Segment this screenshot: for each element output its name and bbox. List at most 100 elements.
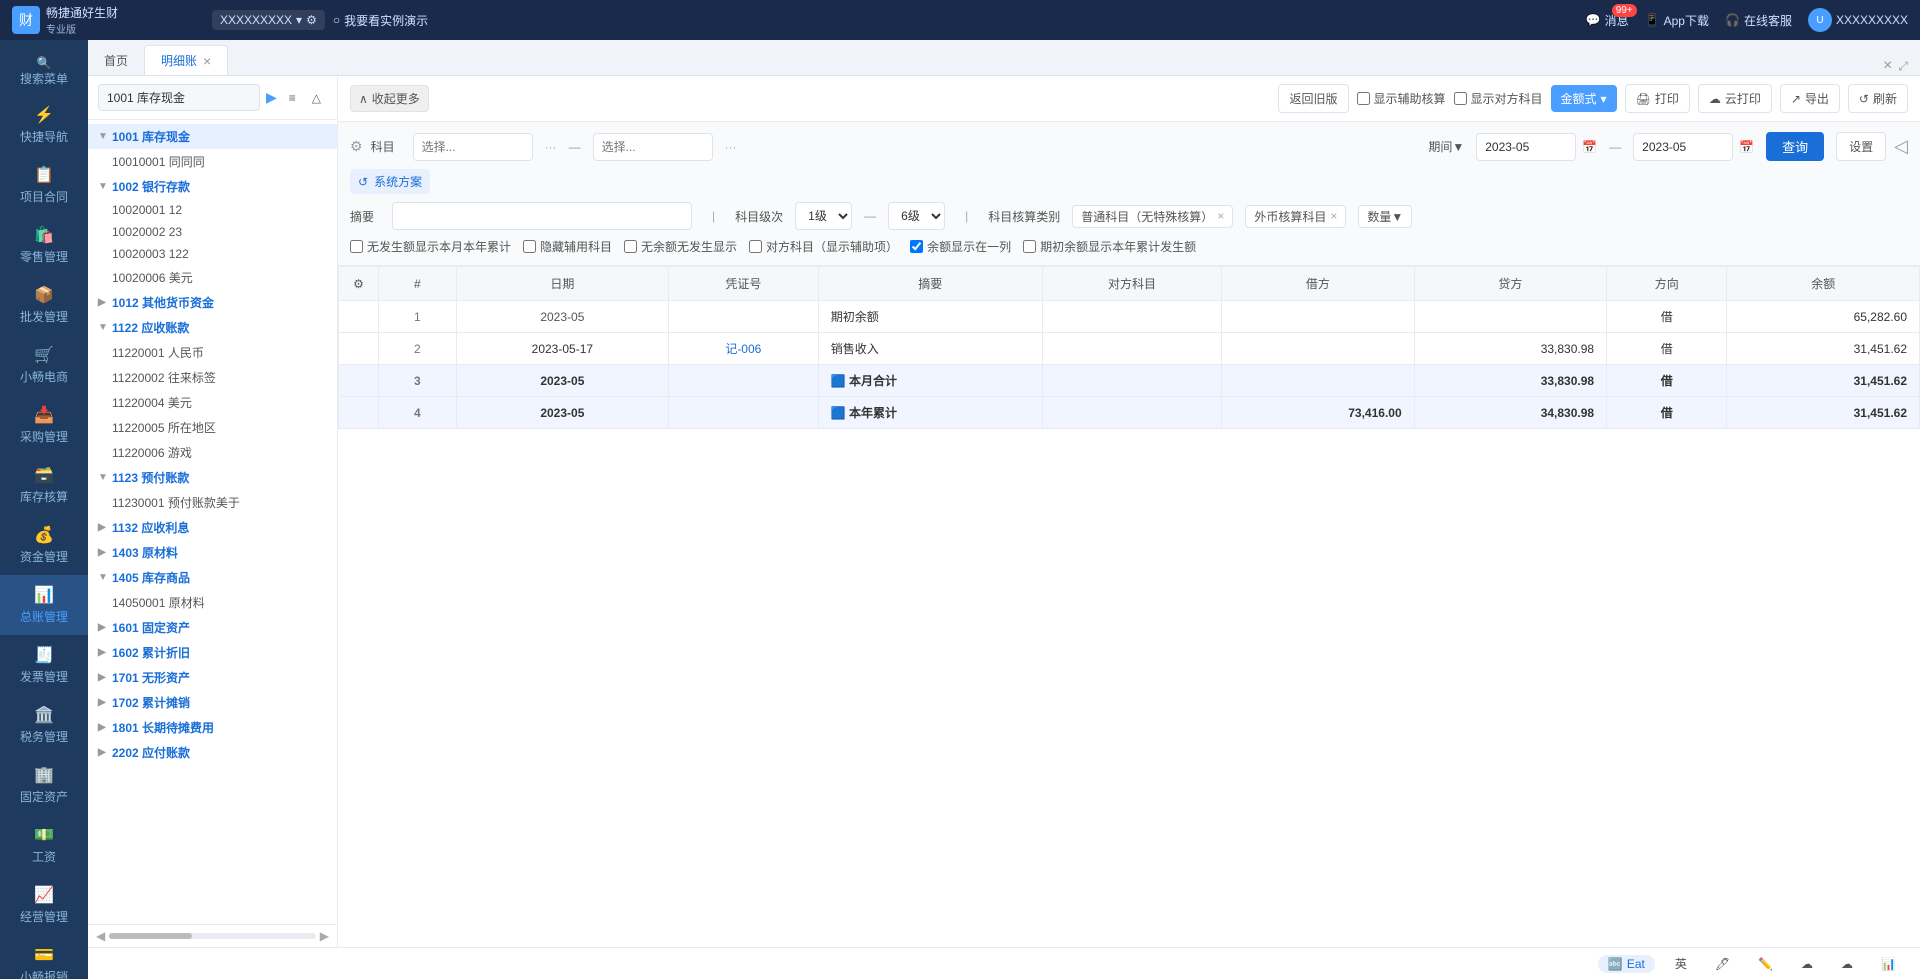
lang-btn[interactable]: 英 [1667, 952, 1695, 975]
sidebar-search[interactable]: 🔍 搜索菜单 [20, 48, 68, 95]
tree-item-11220001[interactable]: 11220001 人民币 [88, 340, 337, 365]
tree-item-1123[interactable]: ▼ 1123 预付账款 [88, 465, 337, 490]
hide-assist-checkbox[interactable]: 隐藏辅用科目 [523, 238, 612, 255]
sidebar-item-quick-nav[interactable]: ⚡ 快捷导航 [0, 95, 88, 155]
cloud-btn1[interactable]: ☁ [1793, 954, 1821, 974]
sidebar-item-purchase[interactable]: 📥 采购管理 [0, 395, 88, 455]
sidebar-item-tax[interactable]: 🏛️ 税务管理 [0, 695, 88, 755]
balance-col-checkbox[interactable]: 余额显示在一列 [910, 238, 1011, 255]
amount-format-btn[interactable]: 金额式 ▾ [1551, 85, 1617, 112]
subject-end-dots[interactable]: ··· [725, 140, 737, 154]
level-end-select[interactable]: 6级5级4级 [888, 202, 945, 230]
back-btn[interactable]: 返回旧版 [1278, 84, 1348, 113]
no-balance-checkbox[interactable]: 无发生额显示本月本年累计 [350, 238, 511, 255]
sidebar-item-retail[interactable]: 🛍️ 零售管理 [0, 215, 88, 275]
tree-item-10020003[interactable]: 10020003 122 [88, 243, 337, 265]
tree-item-11220002[interactable]: 11220002 往来标签 [88, 365, 337, 390]
subject-end-input[interactable] [593, 133, 713, 161]
level-start-select[interactable]: 1级2级3级 [795, 202, 852, 230]
cloud-print-btn[interactable]: ☁ 云打印 [1698, 84, 1772, 113]
tree-item-1403[interactable]: ▶ 1403 原材料 [88, 540, 337, 565]
tree-item-1701[interactable]: ▶ 1701 无形资产 [88, 665, 337, 690]
window-expand-btn[interactable]: ⤢ [1898, 59, 1908, 74]
tree-item-11220004[interactable]: 11220004 美元 [88, 390, 337, 415]
no-bal-show-checkbox[interactable]: 无余额无发生显示 [624, 238, 737, 255]
subject-dots[interactable]: ··· [545, 140, 557, 154]
sidebar-item-accounting[interactable]: 📊 总账管理 [0, 575, 88, 635]
query-btn[interactable]: 查询 [1766, 132, 1824, 161]
type-quantity-tag[interactable]: 数量▼ [1358, 205, 1412, 228]
sidebar-item-ecom[interactable]: 🛒 小畅电商 [0, 335, 88, 395]
type-foreign-tag[interactable]: 外币核算科目 × [1245, 205, 1346, 228]
tree-item-11230001[interactable]: 11230001 预付账款美于 [88, 490, 337, 515]
cloud-btn2[interactable]: ☁ [1833, 954, 1861, 974]
calendar-start-icon[interactable]: 📅 [1582, 140, 1597, 154]
show-counterpart-checkbox[interactable]: 显示对方科目 [1454, 90, 1543, 107]
message-btn[interactable]: 💬 消息 99+ [1586, 12, 1629, 29]
tree-item-2202[interactable]: ▶ 2202 应付账款 [88, 740, 337, 765]
counterpart-checkbox[interactable]: 对方科目（显示辅助项） [749, 238, 898, 255]
tab-detail[interactable]: 明细账 × [144, 45, 228, 75]
sidebar-item-expenses[interactable]: 💳 小畅报销 [0, 935, 88, 979]
print-btn[interactable]: 🖨 打印 [1625, 84, 1690, 113]
tree-item-1132[interactable]: ▶ 1132 应收利息 [88, 515, 337, 540]
tree-item-14050001[interactable]: 14050001 原材料 [88, 590, 337, 615]
type-foreign-remove[interactable]: × [1330, 209, 1337, 223]
tree-item-10010001[interactable]: 10010001 同同同 [88, 149, 337, 174]
tree-item-1702[interactable]: ▶ 1702 累计摊销 [88, 690, 337, 715]
summary-input[interactable] [392, 202, 692, 230]
tree-item-10020002[interactable]: 10020002 23 [88, 221, 337, 243]
sidebar-item-ops[interactable]: 📈 经营管理 [0, 875, 88, 935]
tree-item-1405[interactable]: ▼ 1405 库存商品 [88, 565, 337, 590]
filter-settings-icon[interactable]: ⚙ [350, 138, 363, 155]
period-bal-checkbox[interactable]: 期初余额显示本年累计发生额 [1023, 238, 1196, 255]
nav-arrow-icon[interactable]: ▶ [266, 89, 277, 106]
export-btn[interactable]: ↗ 导出 [1780, 84, 1840, 113]
subject-input[interactable] [413, 133, 533, 161]
window-close-btn[interactable]: × [1883, 57, 1892, 75]
system-scheme-btn[interactable]: ↺ 系统方案 [350, 169, 430, 194]
tree-item-1601[interactable]: ▶ 1601 固定资产 [88, 615, 337, 640]
show-assist-checkbox[interactable]: 显示辅助核算 [1357, 90, 1446, 107]
filter-collapse-arrow[interactable]: ◁ [1894, 136, 1908, 157]
filter-settings-btn[interactable]: 设置 [1836, 132, 1886, 161]
tree-item-1122[interactable]: ▼ 1122 应收账款 [88, 315, 337, 340]
period-start-input[interactable] [1476, 133, 1576, 161]
sidebar-item-fixed-assets[interactable]: 🏢 固定资产 [0, 755, 88, 815]
more-btn[interactable]: ∧ 收起更多 [350, 85, 429, 112]
sidebar-item-salary[interactable]: 💵 工资 [0, 815, 88, 875]
account-selector[interactable]: 1001 库存现金 [98, 84, 260, 111]
app-download-btn[interactable]: 📱 App下载 [1645, 12, 1709, 29]
edit-btn[interactable]: 🖊 [1707, 954, 1738, 974]
tree-item-1001[interactable]: ▼ 1001 库存现金 [88, 124, 337, 149]
tree-item-1002[interactable]: ▼ 1002 银行存款 [88, 174, 337, 199]
sidebar-item-capital[interactable]: 💰 资金管理 [0, 515, 88, 575]
user-btn[interactable]: U XXXXXXXXX [1808, 8, 1908, 32]
scroll-left-btn[interactable]: ◀ [96, 929, 105, 943]
calendar-end-icon[interactable]: 📅 [1739, 140, 1754, 154]
tree-item-1012[interactable]: ▶ 1012 其他货币资金 [88, 290, 337, 315]
type-normal-tag[interactable]: 普通科目（无特殊核算） × [1072, 205, 1233, 228]
tab-home[interactable]: 首页 [88, 46, 144, 75]
settings-icon[interactable]: ⚙ [306, 13, 317, 27]
tree-item-10020006[interactable]: 10020006 美元 [88, 265, 337, 290]
demo-link[interactable]: ○ 我要看实例演示 [333, 12, 428, 29]
horizontal-scrollbar[interactable] [109, 933, 316, 939]
tree-item-1801[interactable]: ▶ 1801 长期待摊费用 [88, 715, 337, 740]
tree-item-1602[interactable]: ▶ 1602 累计折旧 [88, 640, 337, 665]
pencil-btn[interactable]: ✏️ [1750, 954, 1781, 974]
online-service-btn[interactable]: 🎧 在线客服 [1725, 12, 1792, 29]
tree-collapse-btn[interactable]: △ [306, 88, 327, 108]
sidebar-item-project-contract[interactable]: 📋 项目合同 [0, 155, 88, 215]
tree-item-10020001[interactable]: 10020001 12 [88, 199, 337, 221]
voucher-link[interactable]: 记-006 [725, 342, 761, 356]
company-selector[interactable]: XXXXXXXXX ▾ ⚙ [212, 10, 325, 30]
sidebar-item-wholesale[interactable]: 📦 批发管理 [0, 275, 88, 335]
sidebar-item-invoice[interactable]: 🧾 发票管理 [0, 635, 88, 695]
tab-close-icon[interactable]: × [203, 53, 211, 69]
period-end-input[interactable] [1633, 133, 1733, 161]
tree-expand-btn[interactable]: ≡ [283, 88, 302, 108]
refresh-btn[interactable]: ↺ 刷新 [1848, 84, 1908, 113]
eat-btn[interactable]: 🔤 Eat [1598, 955, 1655, 973]
chart-btn[interactable]: 📊 [1873, 954, 1904, 974]
